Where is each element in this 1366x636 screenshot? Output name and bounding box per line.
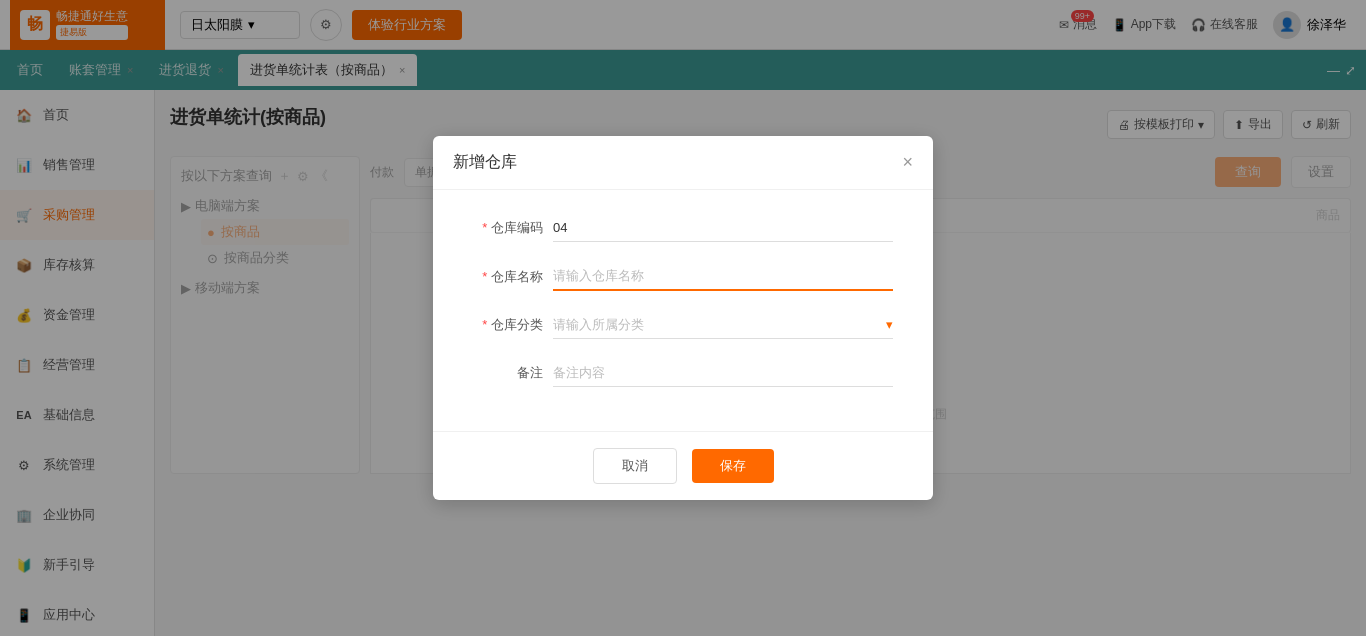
warehouse-code-label: * 仓库编码	[473, 219, 553, 237]
required-star-name: *	[482, 269, 491, 284]
warehouse-category-row: * 仓库分类 ▾	[473, 311, 893, 339]
dialog-close-button[interactable]: ×	[902, 152, 913, 173]
warehouse-remark-input[interactable]	[553, 359, 893, 387]
warehouse-code-input[interactable]	[553, 214, 893, 242]
warehouse-code-row: * 仓库编码	[473, 214, 893, 242]
warehouse-remark-label: 备注	[473, 364, 553, 382]
dialog-overlay: 新增仓库 × * 仓库编码 * 仓库名称	[0, 0, 1366, 636]
new-warehouse-dialog: 新增仓库 × * 仓库编码 * 仓库名称	[433, 136, 933, 500]
warehouse-name-label: * 仓库名称	[473, 268, 553, 286]
dialog-body: * 仓库编码 * 仓库名称 * 仓库分类	[433, 190, 933, 431]
dialog-footer: 取消 保存	[433, 431, 933, 500]
save-button[interactable]: 保存	[692, 449, 774, 483]
warehouse-name-input[interactable]	[553, 262, 893, 291]
warehouse-category-select[interactable]: ▾	[553, 311, 893, 339]
category-chevron-icon: ▾	[886, 317, 893, 332]
warehouse-category-input[interactable]	[553, 317, 886, 332]
dialog-title: 新增仓库	[453, 152, 517, 173]
cancel-button[interactable]: 取消	[593, 448, 677, 484]
warehouse-remark-row: 备注	[473, 359, 893, 387]
required-star-code: *	[482, 220, 491, 235]
dialog-header: 新增仓库 ×	[433, 136, 933, 190]
warehouse-name-row: * 仓库名称	[473, 262, 893, 291]
warehouse-category-label: * 仓库分类	[473, 316, 553, 334]
required-star-category: *	[482, 317, 491, 332]
